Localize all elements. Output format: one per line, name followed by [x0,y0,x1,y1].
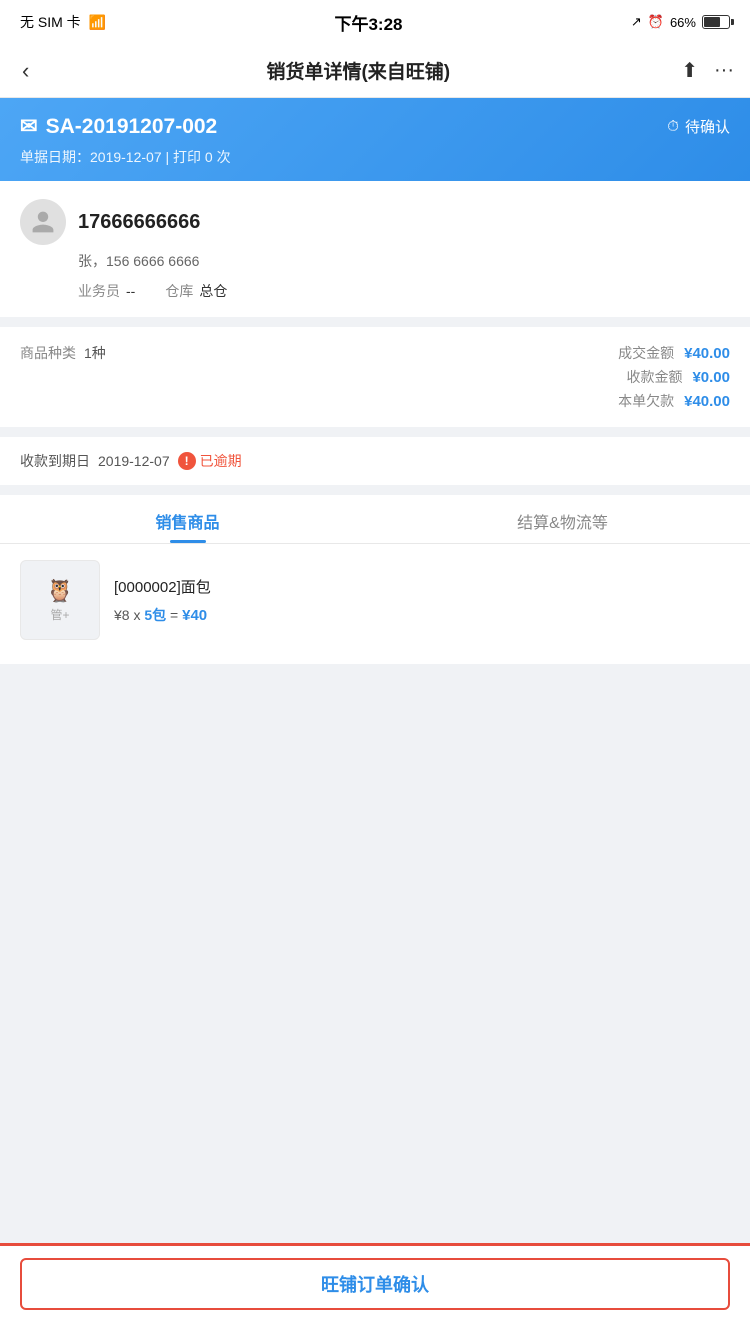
product-list: 🦉 管+ [0000002]面包 ¥8 x 5包 = ¥40 [0,544,750,664]
tab-settlement-logistics[interactable]: 结算&物流等 [375,495,750,543]
overdue-warning-icon: ! [178,452,196,470]
tabs-section: 销售商品 结算&物流等 🦉 管+ [0000002]面包 ¥8 x 5包 = [0,495,750,664]
due-date-label: 收款到期日 [20,451,90,471]
warehouse-label: 仓库 [165,281,193,301]
order-id-text: SA-20191207-002 [46,115,218,139]
location-icon: ↗ [631,14,642,30]
customer-phone: 17666666666 [78,211,200,234]
warehouse-meta: 仓库 总仓 [165,281,227,301]
order-banner: ✉ SA-20191207-002 ⏱ 待确认 单据日期：2019-12-07 … [0,98,750,181]
order-id-icon: ✉ [20,114,38,139]
summary-section: 商品种类 1种 成交金额 ¥40.00 收款金额 ¥0.00 本单欠款 ¥40.… [0,327,750,427]
status-clock-icon: ⏱ [667,118,679,135]
confirm-order-button[interactable]: 旺铺订单确认 [20,1258,730,1310]
customer-section: 17666666666 张，156 6666 6666 业务员 -- 仓库 总仓 [0,181,750,317]
more-button[interactable]: ··· [714,59,734,82]
overdue-text: 已逾期 [200,451,242,471]
order-date: 单据日期：2019-12-07 | 打印 0 次 [20,147,730,167]
overdue-badge: ! 已逾期 [178,451,242,471]
carrier-text: 无 SIM 卡 [20,12,81,32]
product-item: 🦉 管+ [0000002]面包 ¥8 x 5包 = ¥40 [20,560,730,640]
warehouse-value: 总仓 [199,281,227,301]
back-button[interactable]: ‹ [16,52,35,90]
nav-actions: ⬆ ··· [681,58,734,83]
amount-value-1: ¥0.00 [692,369,730,386]
product-type-row: 商品种类 1种 [20,343,106,363]
product-name: [0000002]面包 [114,576,730,597]
amount-row-2: 本单欠款 ¥40.00 [618,391,730,411]
amount-row-1: 收款金额 ¥0.00 [626,367,730,387]
due-date-section: 收款到期日 2019-12-07 ! 已逾期 [0,437,750,485]
amount-value-0: ¥40.00 [684,345,730,362]
tab-sales-products[interactable]: 销售商品 [0,495,375,543]
customer-meta: 业务员 -- 仓库 总仓 [78,281,730,301]
customer-top: 17666666666 [20,199,730,245]
product-info: [0000002]面包 ¥8 x 5包 = ¥40 [114,576,730,625]
due-date-value: 2019-12-07 [98,453,170,469]
wifi-icon: 📶 [89,14,106,31]
summary-right: 成交金额 ¥40.00 收款金额 ¥0.00 本单欠款 ¥40.00 [618,343,730,411]
status-bar: 无 SIM 卡 📶 下午3:28 ↗ ⏰ 66% [0,0,750,44]
order-status: ⏱ 待确认 [667,116,730,137]
tabs-header: 销售商品 结算&物流等 [0,495,750,544]
amount-label-2: 本单欠款 [618,391,674,411]
confirm-button-container: 旺铺订单确认 [0,1243,750,1334]
amount-label-0: 成交金额 [618,343,674,363]
avatar [20,199,66,245]
bottom-area [0,664,750,884]
product-type-label: 商品种类 [20,343,76,363]
battery-icon [702,15,730,29]
sales-value: -- [126,283,135,299]
customer-name: 张，156 6666 6666 [78,251,730,271]
product-logo-icon: 🦉 [46,576,73,607]
product-type-value: 1种 [84,343,106,363]
status-right: ↗ ⏰ 66% [631,14,730,30]
battery-percent: 66% [670,15,696,30]
product-total: ¥40 [182,607,207,624]
amount-row-0: 成交金额 ¥40.00 [618,343,730,363]
user-icon [30,209,56,235]
amount-value-2: ¥40.00 [684,393,730,410]
order-banner-top: ✉ SA-20191207-002 ⏱ 待确认 [20,114,730,139]
status-text: 待确认 [685,116,730,137]
product-price-row: ¥8 x 5包 = ¥40 [114,605,730,625]
share-button[interactable]: ⬆ [681,58,698,83]
product-logo-text: 管+ [50,608,69,622]
time-display: 下午3:28 [334,10,402,35]
product-thumbnail: 🦉 管+ [20,560,100,640]
alarm-icon: ⏰ [648,14,664,30]
status-left: 无 SIM 卡 📶 [20,12,106,32]
order-id: ✉ SA-20191207-002 [20,114,217,139]
summary-left: 商品种类 1种 [20,343,106,363]
nav-bar: ‹ 销货单详情(来自旺铺) ⬆ ··· [0,44,750,98]
sales-label: 业务员 [78,281,120,301]
product-unit-price: ¥8 [114,607,130,623]
product-qty: 5包 [144,607,166,623]
amount-label-1: 收款金额 [626,367,682,387]
page-title: 销货单详情(来自旺铺) [266,57,450,84]
sales-meta: 业务员 -- [78,281,135,301]
